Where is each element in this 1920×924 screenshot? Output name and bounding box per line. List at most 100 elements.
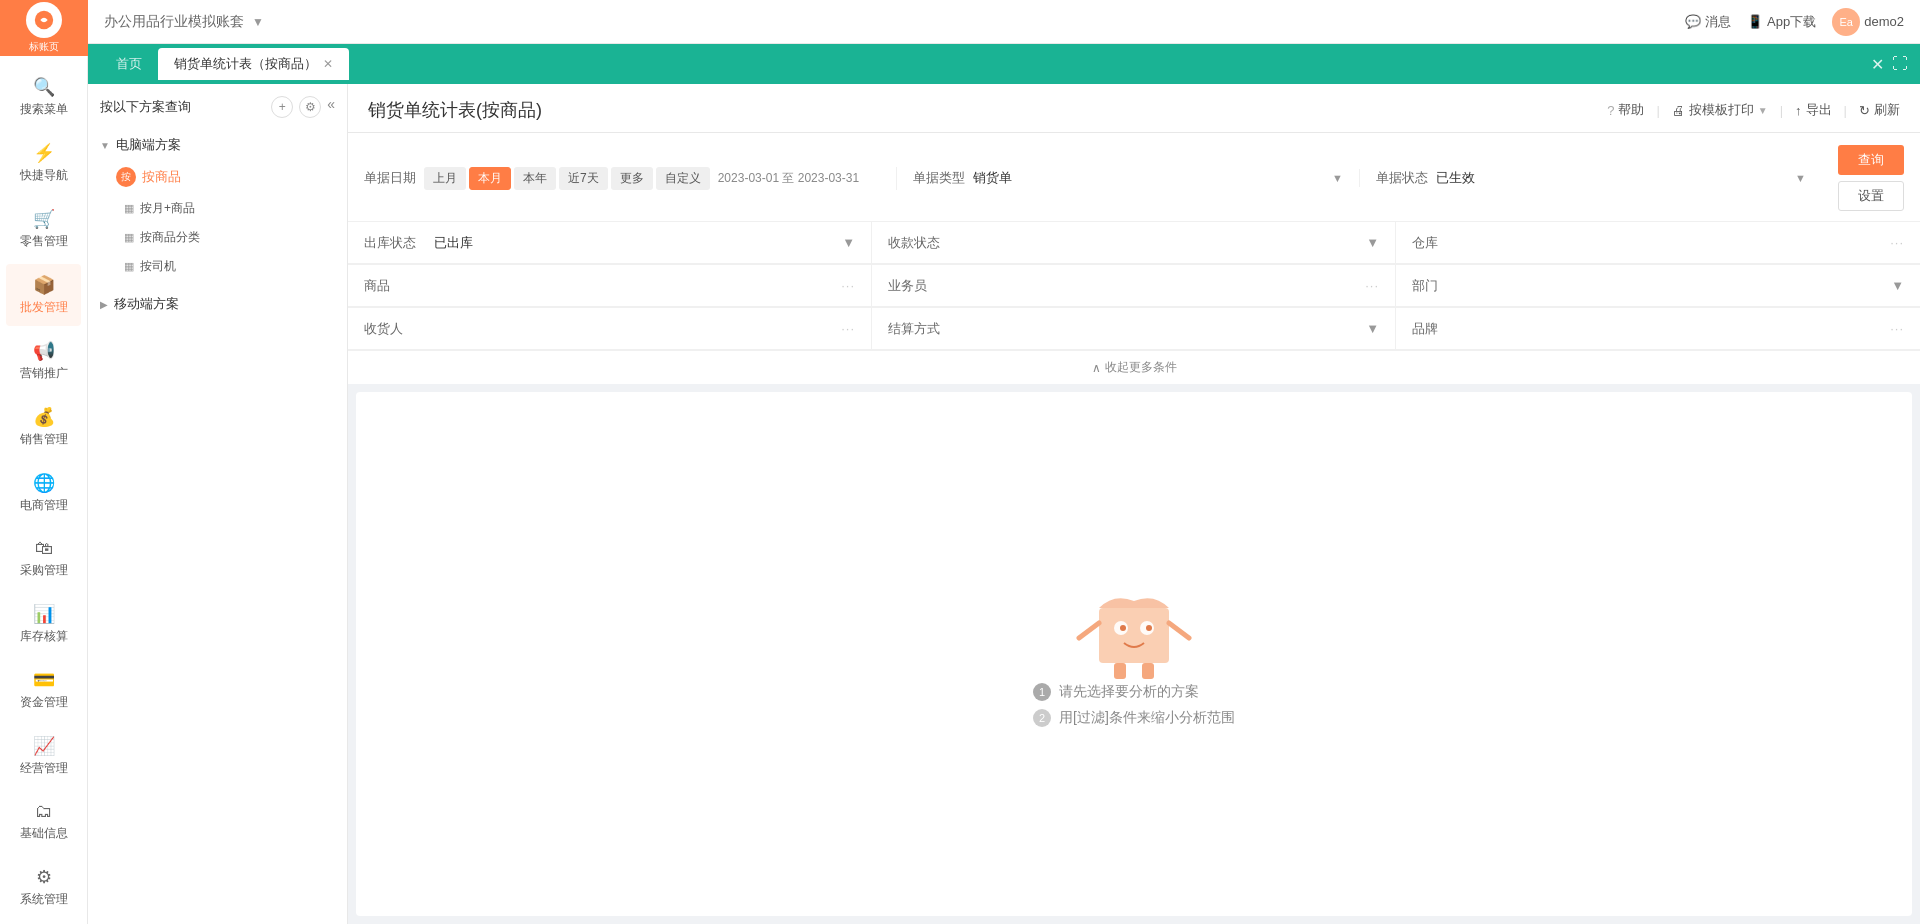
tab-expand-icon[interactable]: ⛶ — [1892, 55, 1908, 73]
left-panel-title: 按以下方案查询 — [100, 98, 265, 116]
payment-method-value: ▼ — [958, 321, 1379, 336]
collapse-panel-button[interactable]: « — [327, 96, 335, 118]
brand-more-icon[interactable]: ··· — [1890, 321, 1904, 336]
help-button[interactable]: ? 帮助 — [1607, 101, 1644, 119]
brand-value: ··· — [1482, 321, 1904, 336]
sidebar-item-label: 电商管理 — [20, 497, 68, 514]
scheme-group-pc-header[interactable]: ▼ 电脑端方案 — [88, 130, 347, 160]
consignee-more-icon[interactable]: ··· — [841, 321, 855, 336]
sep3: | — [1844, 103, 1847, 118]
scheme-item-month-goods[interactable]: ▦ 按月+商品 — [88, 194, 347, 223]
salesperson-label: 业务员 — [888, 277, 958, 295]
query-button[interactable]: 查询 — [1838, 145, 1904, 175]
print-button[interactable]: 🖨 按模板打印 ▼ — [1672, 101, 1768, 119]
step-2-text: 用[过滤]条件来缩小分析范围 — [1059, 709, 1235, 727]
warehouse-status-dropdown[interactable]: ▼ — [842, 235, 855, 250]
sidebar-item-label: 销售管理 — [20, 431, 68, 448]
tab-close-icon[interactable]: ✕ — [323, 57, 333, 71]
collapse-bar[interactable]: ∧ 收起更多条件 — [348, 350, 1920, 384]
logo-area[interactable]: 标账页 — [0, 0, 88, 56]
date-btn-lastmonth[interactable]: 上月 — [424, 167, 466, 190]
sidebar-item-wholesale[interactable]: 📦 批发管理 — [6, 264, 81, 326]
page-actions: ? 帮助 | 🖨 按模板打印 ▼ | ↑ 导出 | — [1607, 101, 1900, 119]
scheme-item-driver[interactable]: ▦ 按司机 — [88, 252, 347, 281]
filter-warehouse-status: 出库状态 已出库 ▼ — [348, 222, 872, 264]
salesperson-more-icon[interactable]: ··· — [1365, 278, 1379, 293]
sidebar-item-quicknav[interactable]: ⚡ 快捷导航 — [6, 132, 81, 194]
message-action[interactable]: 💬 消息 — [1685, 13, 1731, 31]
refresh-button[interactable]: ↻ 刷新 — [1859, 101, 1900, 119]
svg-rect-8 — [1114, 663, 1126, 679]
sidebar-item-purchase[interactable]: 🛍 采购管理 — [6, 528, 81, 589]
sidebar-item-label: 资金管理 — [20, 694, 68, 711]
ecommerce-icon: 🌐 — [33, 472, 55, 494]
content: 按以下方案查询 + ⚙ « ▼ 电脑端方案 按 按商品 — [88, 84, 1920, 924]
sidebar-item-sales[interactable]: 💰 销售管理 — [6, 396, 81, 458]
page-header: 销货单统计表(按商品) ? 帮助 | 🖨 按模板打印 ▼ | ↑ — [348, 84, 1920, 133]
header-dropdown-icon[interactable]: ▼ — [252, 15, 264, 29]
date-btn-thisyear[interactable]: 本年 — [514, 167, 556, 190]
tab-home-label: 首页 — [116, 55, 142, 73]
refresh-icon: ↻ — [1859, 103, 1870, 118]
date-btn-thismonth[interactable]: 本月 — [469, 167, 511, 190]
date-label: 单据日期 — [364, 169, 416, 187]
scheme-dot-icon: 按 — [116, 167, 136, 187]
page-title: 销货单统计表(按商品) — [368, 98, 542, 122]
sidebar-item-finance[interactable]: 💳 资金管理 — [6, 659, 81, 721]
user-profile[interactable]: Ea demo2 — [1832, 8, 1904, 36]
goods-more-icon[interactable]: ··· — [841, 278, 855, 293]
sales-icon: 💰 — [33, 406, 55, 428]
settings-button[interactable]: 设置 — [1838, 181, 1904, 211]
date-btn-custom[interactable]: 自定义 — [656, 167, 710, 190]
help-label: 帮助 — [1618, 101, 1644, 119]
app-download-action[interactable]: 📱 App下载 — [1747, 13, 1816, 31]
sidebar-item-ecommerce[interactable]: 🌐 电商管理 — [6, 462, 81, 524]
sidebar-item-system[interactable]: ⚙ 系统管理 — [6, 856, 81, 918]
payment-status-label: 收款状态 — [888, 234, 958, 252]
edit-scheme-button[interactable]: ⚙ — [299, 96, 321, 118]
filter-consignee: 收货人 ··· — [348, 308, 872, 350]
warehouse-more-icon[interactable]: ··· — [1890, 235, 1904, 250]
filter-row-1: 单据日期 上月 本月 本年 近7天 更多 自定义 2023-03-01 至 20… — [348, 133, 1920, 211]
svg-rect-9 — [1142, 663, 1154, 679]
collapse-label: 收起更多条件 — [1105, 359, 1177, 376]
department-dropdown[interactable]: ▼ — [1891, 278, 1904, 293]
doctype-label: 单据类型 — [913, 169, 965, 187]
tab-sales-stat[interactable]: 销货单统计表（按商品） ✕ — [158, 48, 349, 80]
docstatus-dropdown-icon[interactable]: ▼ — [1795, 172, 1806, 184]
add-scheme-button[interactable]: + — [271, 96, 293, 118]
finance-icon: 💳 — [33, 669, 55, 691]
right-panel: 销货单统计表(按商品) ? 帮助 | 🖨 按模板打印 ▼ | ↑ — [348, 84, 1920, 924]
sidebar-item-basic[interactable]: 🗂 基础信息 — [6, 791, 81, 852]
scheme-sub-label: 按月+商品 — [140, 200, 195, 217]
tab-bar-actions: ✕ ⛶ — [1871, 55, 1908, 74]
scheme-group-mobile-header[interactable]: ▶ 移动端方案 — [88, 289, 347, 319]
scheme-group-pc-label: 电脑端方案 — [116, 136, 181, 154]
tab-close-all-icon[interactable]: ✕ — [1871, 55, 1884, 74]
payment-method-dropdown[interactable]: ▼ — [1366, 321, 1379, 336]
scheme-item-goods-category[interactable]: ▦ 按商品分类 — [88, 223, 347, 252]
filter-salesperson: 业务员 ··· — [872, 265, 1396, 307]
scheme-item-by-goods[interactable]: 按 按商品 — [88, 160, 347, 194]
doctype-dropdown-icon[interactable]: ▼ — [1332, 172, 1343, 184]
svg-point-5 — [1146, 625, 1152, 631]
sidebar-item-marketing[interactable]: 📢 营销推广 — [6, 330, 81, 392]
scheme-group-pc: ▼ 电脑端方案 按 按商品 ▦ 按月+商品 ▦ 按商品分类 ▦ 按司机 — [88, 126, 347, 285]
sidebar-item-label: 搜索菜单 — [20, 101, 68, 118]
sidebar-item-inventory[interactable]: 📊 库存核算 — [6, 593, 81, 655]
sidebar-item-retail[interactable]: 🛒 零售管理 — [6, 198, 81, 260]
tab-home[interactable]: 首页 — [100, 48, 158, 80]
export-button[interactable]: ↑ 导出 — [1795, 101, 1832, 119]
inventory-icon: 📊 — [33, 603, 55, 625]
empty-illustration — [1069, 573, 1199, 683]
sidebar-item-operation[interactable]: 📈 经营管理 — [6, 725, 81, 787]
sidebar-item-search[interactable]: 🔍 搜索菜单 — [6, 66, 81, 128]
empty-steps: 1 请先选择要分析的方案 2 用[过滤]条件来缩小分析范围 — [1033, 683, 1235, 735]
date-btn-more[interactable]: 更多 — [611, 167, 653, 190]
scheme-group-mobile: ▶ 移动端方案 — [88, 285, 347, 323]
user-name: demo2 — [1864, 14, 1904, 29]
payment-status-dropdown[interactable]: ▼ — [1366, 235, 1379, 250]
date-btn-7days[interactable]: 近7天 — [559, 167, 608, 190]
header-title: 办公用品行业模拟账套 — [104, 13, 244, 31]
table-icon: ▦ — [124, 202, 134, 215]
